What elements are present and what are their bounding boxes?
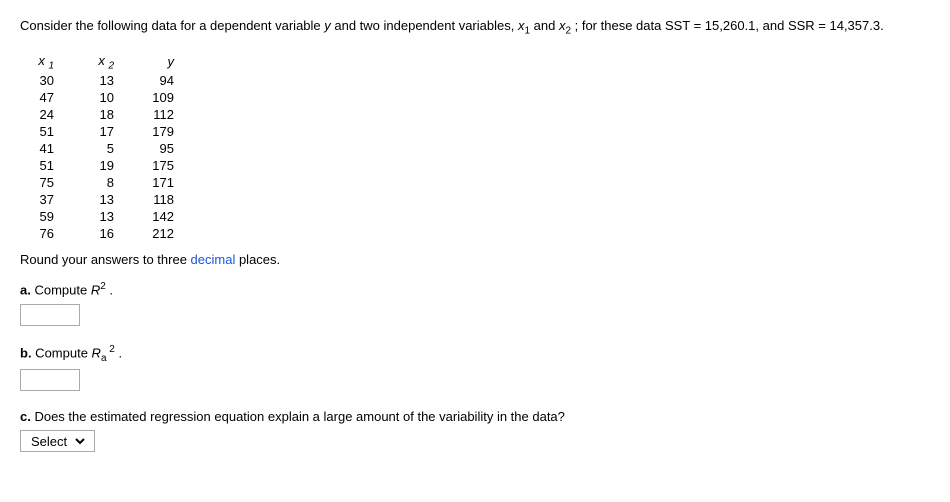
- table-cell: 24: [24, 106, 84, 123]
- question-b-text: Compute: [32, 345, 92, 360]
- table-cell: 13: [84, 191, 144, 208]
- question-a-text: Compute: [31, 283, 91, 298]
- col-header-x1: x 1: [24, 52, 84, 73]
- question-b-label: b. Compute Ra 2 .: [20, 344, 930, 364]
- r-a-squared-input[interactable]: [20, 369, 80, 391]
- table-cell: 19: [84, 157, 144, 174]
- table-cell: 109: [144, 89, 204, 106]
- table-cell: 95: [144, 140, 204, 157]
- table-cell: 10: [84, 89, 144, 106]
- table-header-row: x 1 x 2 y: [24, 52, 204, 73]
- table-cell: 94: [144, 72, 204, 89]
- table-row: 7616212: [24, 225, 204, 242]
- r-squared-input[interactable]: [20, 304, 80, 326]
- question-c-letter: c.: [20, 409, 31, 424]
- question-c-block: c. Does the estimated regression equatio…: [20, 409, 930, 452]
- question-a-suffix: .: [106, 283, 113, 298]
- intro-text: Consider the following data for a depend…: [20, 18, 324, 33]
- table-cell: 59: [24, 208, 84, 225]
- problem-statement: Consider the following data for a depend…: [20, 16, 930, 40]
- table-cell: 47: [24, 89, 84, 106]
- table-cell: 41: [24, 140, 84, 157]
- and2-text: and: [530, 18, 559, 33]
- table-cell: 75: [24, 174, 84, 191]
- suffix-text: ; for these data SST = 15,260.1, and SSR…: [571, 18, 884, 33]
- question-a-letter: a.: [20, 283, 31, 298]
- and-text: and two independent variables,: [331, 18, 518, 33]
- question-a-label: a. Compute R2 .: [20, 281, 930, 297]
- question-a-var: R: [91, 283, 100, 298]
- table-cell: 17: [84, 123, 144, 140]
- table-cell: 76: [24, 225, 84, 242]
- question-c-text: Does the estimated regression equation e…: [31, 409, 565, 424]
- table-cell: 212: [144, 225, 204, 242]
- question-a-block: a. Compute R2 .: [20, 281, 930, 325]
- decimal-link: decimal: [191, 252, 236, 267]
- table-cell: 51: [24, 123, 84, 140]
- select-wrapper[interactable]: SelectYesNo: [20, 430, 95, 452]
- question-b-sup: 2: [107, 344, 115, 355]
- table-row: 3713118: [24, 191, 204, 208]
- table-row: 5913142: [24, 208, 204, 225]
- table-cell: 37: [24, 191, 84, 208]
- table-cell: 8: [84, 174, 144, 191]
- question-c-label: c. Does the estimated regression equatio…: [20, 409, 930, 424]
- table-cell: 18: [84, 106, 144, 123]
- table-row: 5119175: [24, 157, 204, 174]
- table-cell: 13: [84, 208, 144, 225]
- table-cell: 16: [84, 225, 144, 242]
- table-cell: 112: [144, 106, 204, 123]
- table-cell: 171: [144, 174, 204, 191]
- table-body: 3013944710109241811251171794159551191757…: [24, 72, 204, 242]
- question-b-var: R: [92, 345, 101, 360]
- table-cell: 142: [144, 208, 204, 225]
- question-b-suffix: .: [115, 345, 122, 360]
- table-cell: 175: [144, 157, 204, 174]
- table-cell: 13: [84, 72, 144, 89]
- table-cell: 118: [144, 191, 204, 208]
- data-table: x 1 x 2 y 301394471010924181125117179415…: [24, 52, 204, 243]
- table-cell: 5: [84, 140, 144, 157]
- table-cell: 179: [144, 123, 204, 140]
- question-b-letter: b.: [20, 345, 32, 360]
- col-header-x2: x 2: [84, 52, 144, 73]
- table-row: 41595: [24, 140, 204, 157]
- table-cell: 51: [24, 157, 84, 174]
- table-row: 5117179: [24, 123, 204, 140]
- table-cell: 30: [24, 72, 84, 89]
- table-row: 4710109: [24, 89, 204, 106]
- round-note: Round your answers to three decimal plac…: [20, 252, 930, 267]
- col-header-y: y: [144, 52, 204, 73]
- question-b-block: b. Compute Ra 2 .: [20, 344, 930, 392]
- table-row: 301394: [24, 72, 204, 89]
- table-row: 2418112: [24, 106, 204, 123]
- table-row: 758171: [24, 174, 204, 191]
- variability-select[interactable]: SelectYesNo: [27, 433, 88, 450]
